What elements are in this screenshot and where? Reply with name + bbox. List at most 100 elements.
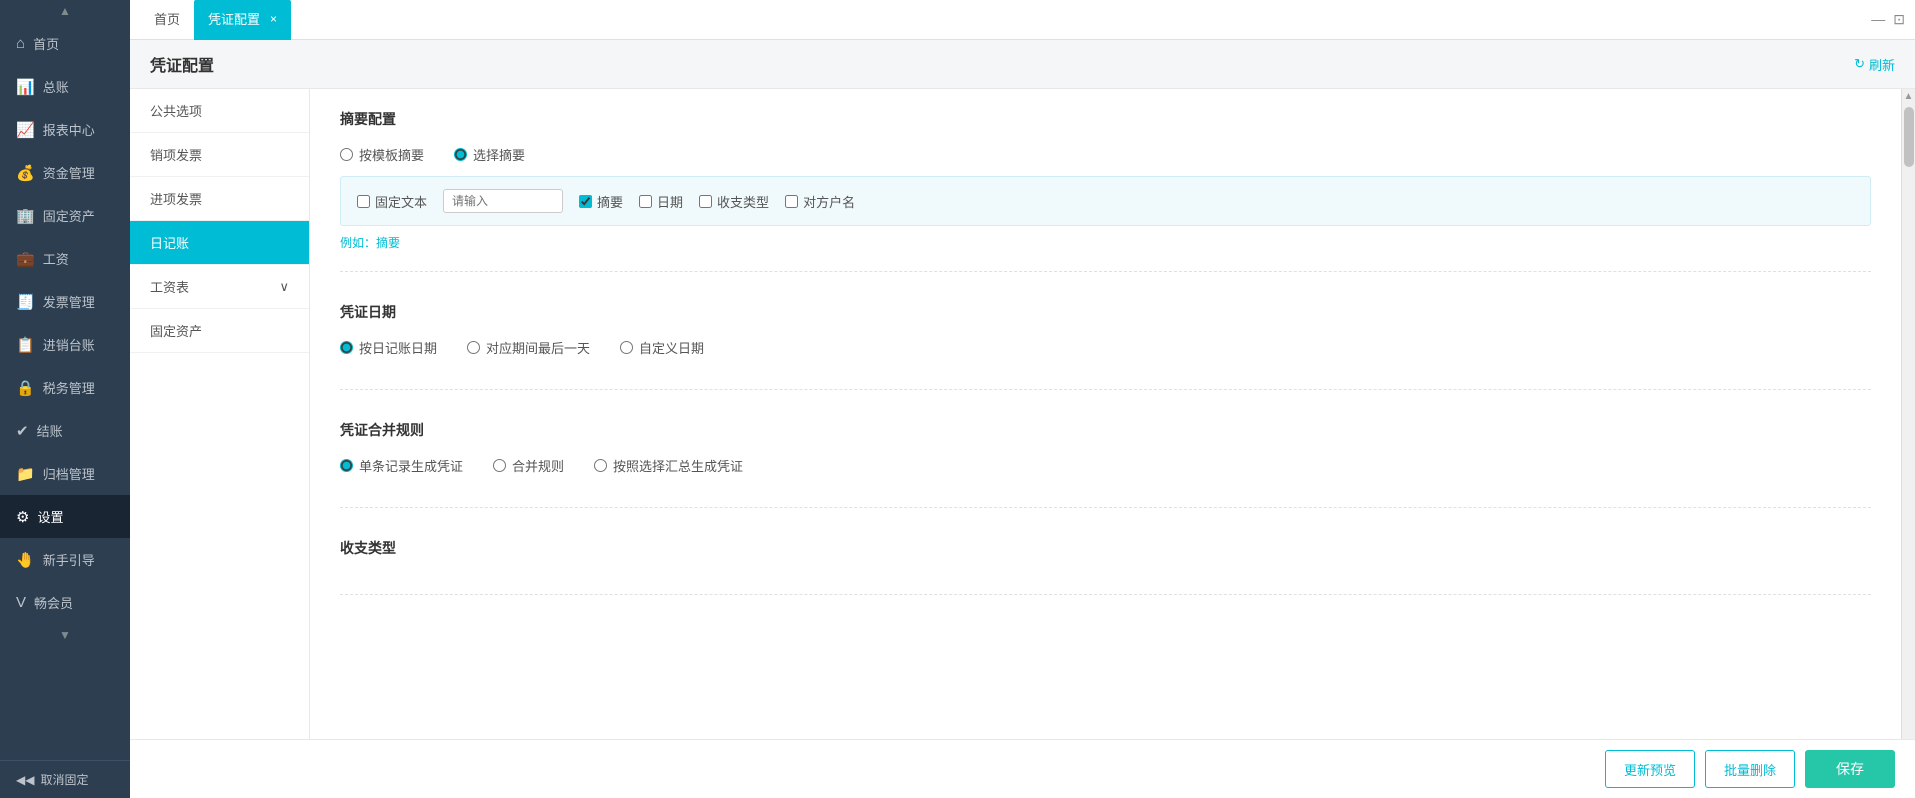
nav-item-purchase-invoice[interactable]: 进项发票 [130, 177, 309, 221]
checkbox-counterpart-input[interactable] [785, 195, 798, 208]
scroll-up-arrow[interactable]: ▲ [1902, 89, 1915, 103]
radio-journal-date-label: 按日记账日期 [359, 338, 437, 357]
example-value: 摘要 [376, 236, 400, 250]
tab-home-label: 首页 [154, 9, 180, 28]
tab-home[interactable]: 首页 [140, 0, 194, 40]
radio-journal-date-input[interactable] [340, 341, 353, 354]
checkbox-date-input[interactable] [639, 195, 652, 208]
refresh-icon: ↻ [1854, 56, 1865, 72]
unpin-label: 取消固定 [40, 771, 88, 788]
sidebar-item-tax[interactable]: 🔒 税务管理 [0, 366, 130, 409]
radio-template[interactable]: 按模板摘要 [340, 145, 424, 164]
radio-merge-rule-input[interactable] [493, 459, 506, 472]
sidebar-item-member[interactable]: V 畅会员 [0, 581, 130, 624]
sidebar-item-label: 首页 [33, 34, 59, 53]
maximize-button[interactable]: ⊡ [1893, 11, 1905, 28]
sidebar-unpin-button[interactable]: ◀◀ 取消固定 [0, 760, 130, 798]
radio-select-label: 选择摘要 [473, 145, 525, 164]
nav-item-fixed-assets[interactable]: 固定资产 [130, 309, 309, 353]
sidebar-item-funds[interactable]: 💰 资金管理 [0, 151, 130, 194]
tab-close-icon[interactable]: × [270, 12, 277, 26]
summary-section-title: 摘要配置 [340, 109, 1871, 129]
left-nav: 公共选项 销项发票 进项发票 日记账 工资表 ∨ 固定资产 [130, 89, 310, 739]
sidebar-item-home[interactable]: ⌂ 首页 [0, 22, 130, 65]
sidebar-item-assets[interactable]: 🏢 固定资产 [0, 194, 130, 237]
nav-item-public-label: 公共选项 [150, 101, 202, 120]
radio-single[interactable]: 单条记录生成凭证 [340, 456, 463, 475]
sidebar-item-archive[interactable]: 📁 归档管理 [0, 452, 130, 495]
sidebar-item-label: 资金管理 [43, 163, 95, 182]
nav-item-payroll-label: 工资表 [150, 277, 189, 296]
checkbox-counterpart[interactable]: 对方户名 [785, 192, 855, 211]
nav-item-journal[interactable]: 日记账 [130, 221, 309, 265]
sidebar-item-label: 固定资产 [43, 206, 95, 225]
sidebar-item-label: 总账 [43, 77, 69, 96]
date-section-title: 凭证日期 [340, 302, 1871, 322]
fixed-text-input[interactable] [443, 189, 563, 213]
checkbox-income-type-input[interactable] [699, 195, 712, 208]
sidebar-scroll-down[interactable]: ▼ [0, 624, 130, 646]
checkbox-date-label: 日期 [657, 192, 683, 211]
radio-custom-date-input[interactable] [620, 341, 633, 354]
tab-voucher-config[interactable]: 凭证配置 × [194, 0, 291, 40]
example-prefix: 例如： [340, 236, 376, 250]
merge-radio-group: 单条记录生成凭证 合并规则 按照选择汇总生成凭证 [340, 456, 1871, 475]
radio-select-input[interactable] [454, 148, 467, 161]
radio-single-input[interactable] [340, 459, 353, 472]
nav-item-payroll[interactable]: 工资表 ∨ [130, 265, 309, 309]
save-button[interactable]: 保存 [1805, 750, 1895, 788]
sidebar-item-invoice-mgmt[interactable]: 🧾 发票管理 [0, 280, 130, 323]
checkbox-fixed-text-input[interactable] [357, 195, 370, 208]
nav-item-public[interactable]: 公共选项 [130, 89, 309, 133]
sidebar-item-settings[interactable]: ⚙ 设置 [0, 495, 130, 538]
nav-item-sales-invoice[interactable]: 销项发票 [130, 133, 309, 177]
sales-ledger-icon: 📋 [16, 336, 35, 354]
sidebar-item-reports[interactable]: 📈 报表中心 [0, 108, 130, 151]
radio-template-input[interactable] [340, 148, 353, 161]
nav-item-purchase-invoice-label: 进项发票 [150, 189, 202, 208]
radio-custom-date[interactable]: 自定义日期 [620, 338, 704, 357]
member-icon: V [16, 594, 26, 611]
refresh-button[interactable]: ↻ 刷新 [1854, 55, 1895, 74]
sidebar-item-guide[interactable]: 🤚 新手引导 [0, 538, 130, 581]
summary-radio-group: 按模板摘要 选择摘要 [340, 145, 1871, 164]
page-title: 凭证配置 [150, 52, 214, 76]
radio-last-day-label: 对应期间最后一天 [486, 338, 590, 357]
content-wrapper: 公共选项 销项发票 进项发票 日记账 工资表 ∨ 固定资产 [130, 89, 1915, 739]
sidebar-scroll-up[interactable]: ▲ [0, 0, 130, 22]
nav-item-fixed-assets-label: 固定资产 [150, 321, 202, 340]
closing-icon: ✔ [16, 422, 29, 440]
checkbox-fixed-text-label: 固定文本 [375, 192, 427, 211]
minimize-button[interactable]: — [1871, 11, 1885, 28]
sidebar-item-sales-ledger[interactable]: 📋 进销台账 [0, 323, 130, 366]
sidebar-item-salary[interactable]: 💼 工资 [0, 237, 130, 280]
radio-select-merge-input[interactable] [594, 459, 607, 472]
nav-item-sales-invoice-label: 销项发票 [150, 145, 202, 164]
checkbox-summary[interactable]: 摘要 [579, 192, 623, 211]
radio-last-day[interactable]: 对应期间最后一天 [467, 338, 590, 357]
funds-icon: 💰 [16, 164, 35, 182]
checkbox-fixed-text[interactable]: 固定文本 [357, 192, 427, 211]
sidebar-item-closing[interactable]: ✔ 结账 [0, 409, 130, 452]
radio-merge-rule[interactable]: 合并规则 [493, 456, 564, 475]
checkbox-income-type[interactable]: 收支类型 [699, 192, 769, 211]
unpin-icon: ◀◀ [16, 773, 34, 787]
reports-icon: 📈 [16, 121, 35, 139]
radio-journal-date[interactable]: 按日记账日期 [340, 338, 437, 357]
sidebar-item-label: 畅会员 [34, 593, 73, 612]
update-preview-button[interactable]: 更新预览 [1605, 750, 1695, 788]
checkbox-summary-input[interactable] [579, 195, 592, 208]
radio-last-day-input[interactable] [467, 341, 480, 354]
far-right-scrollbar[interactable]: ▲ [1901, 89, 1915, 739]
radio-select[interactable]: 选择摘要 [454, 145, 525, 164]
checkbox-date[interactable]: 日期 [639, 192, 683, 211]
radio-select-merge[interactable]: 按照选择汇总生成凭证 [594, 456, 743, 475]
tab-bar-actions: — ⊡ [1871, 11, 1905, 28]
nav-item-journal-label: 日记账 [150, 233, 189, 252]
batch-delete-button[interactable]: 批量删除 [1705, 750, 1795, 788]
scroll-thumb[interactable] [1904, 107, 1914, 167]
sidebar-item-ledger[interactable]: 📊 总账 [0, 65, 130, 108]
date-section: 凭证日期 按日记账日期 对应期间最后一天 自定义日期 [340, 302, 1871, 390]
income-section-title: 收支类型 [340, 538, 1871, 558]
sidebar-item-label: 报表中心 [43, 120, 95, 139]
